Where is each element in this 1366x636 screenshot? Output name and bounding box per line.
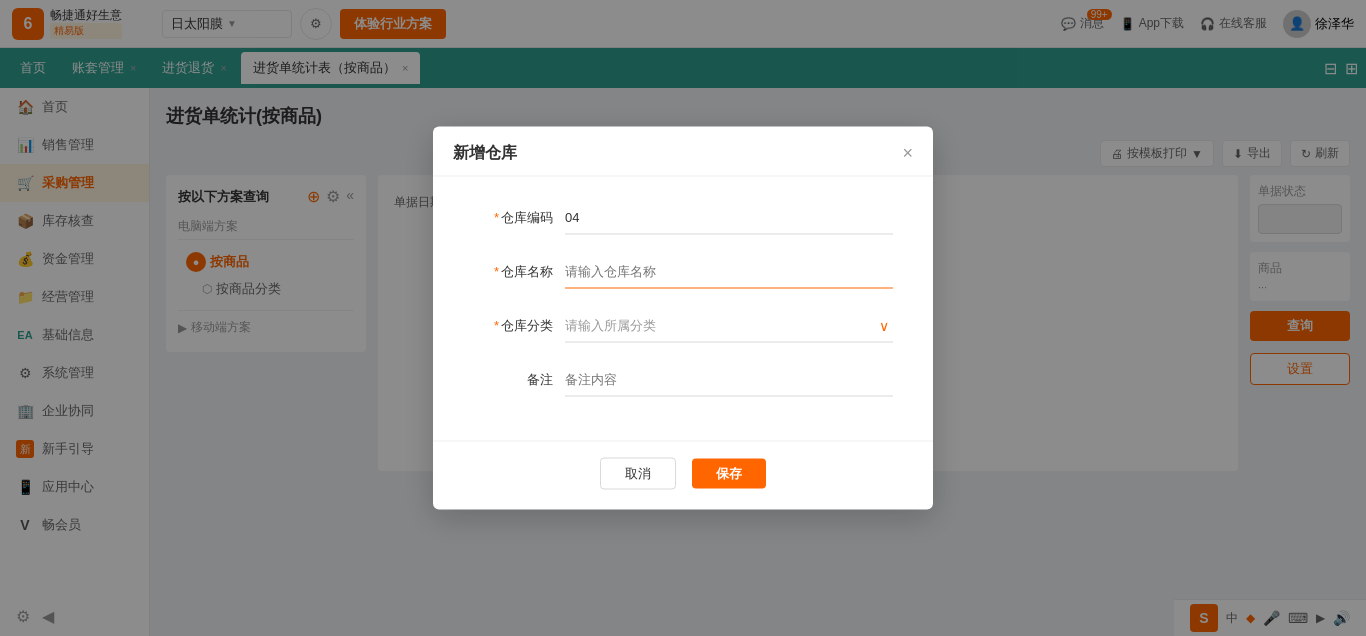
warehouse-category-row: 仓库分类 请输入所属分类 ∨ [473, 309, 893, 343]
modal-body: 仓库编码 仓库名称 仓库分类 请输入所属分类 ∨ 备注 [433, 177, 933, 441]
warehouse-code-input[interactable] [565, 201, 893, 235]
warehouse-name-row: 仓库名称 [473, 255, 893, 289]
warehouse-name-input[interactable] [565, 255, 893, 289]
modal-header: 新增仓库 × [433, 127, 933, 177]
warehouse-name-label: 仓库名称 [473, 263, 553, 281]
remark-input[interactable] [565, 363, 893, 397]
save-button[interactable]: 保存 [692, 459, 766, 489]
remark-label: 备注 [473, 371, 553, 389]
cancel-button[interactable]: 取消 [600, 458, 676, 490]
warehouse-category-select-wrap: 请输入所属分类 ∨ [565, 309, 893, 343]
warehouse-code-label: 仓库编码 [473, 209, 553, 227]
warehouse-category-label: 仓库分类 [473, 317, 553, 335]
modal-footer: 取消 保存 [433, 441, 933, 510]
remark-row: 备注 [473, 363, 893, 397]
modal-title: 新增仓库 [453, 143, 517, 164]
warehouse-code-row: 仓库编码 [473, 201, 893, 235]
new-warehouse-modal: 新增仓库 × 仓库编码 仓库名称 仓库分类 请输入所属分类 ∨ 备注 [433, 127, 933, 510]
modal-close-btn[interactable]: × [902, 143, 913, 164]
warehouse-category-select[interactable]: 请输入所属分类 [565, 309, 893, 343]
